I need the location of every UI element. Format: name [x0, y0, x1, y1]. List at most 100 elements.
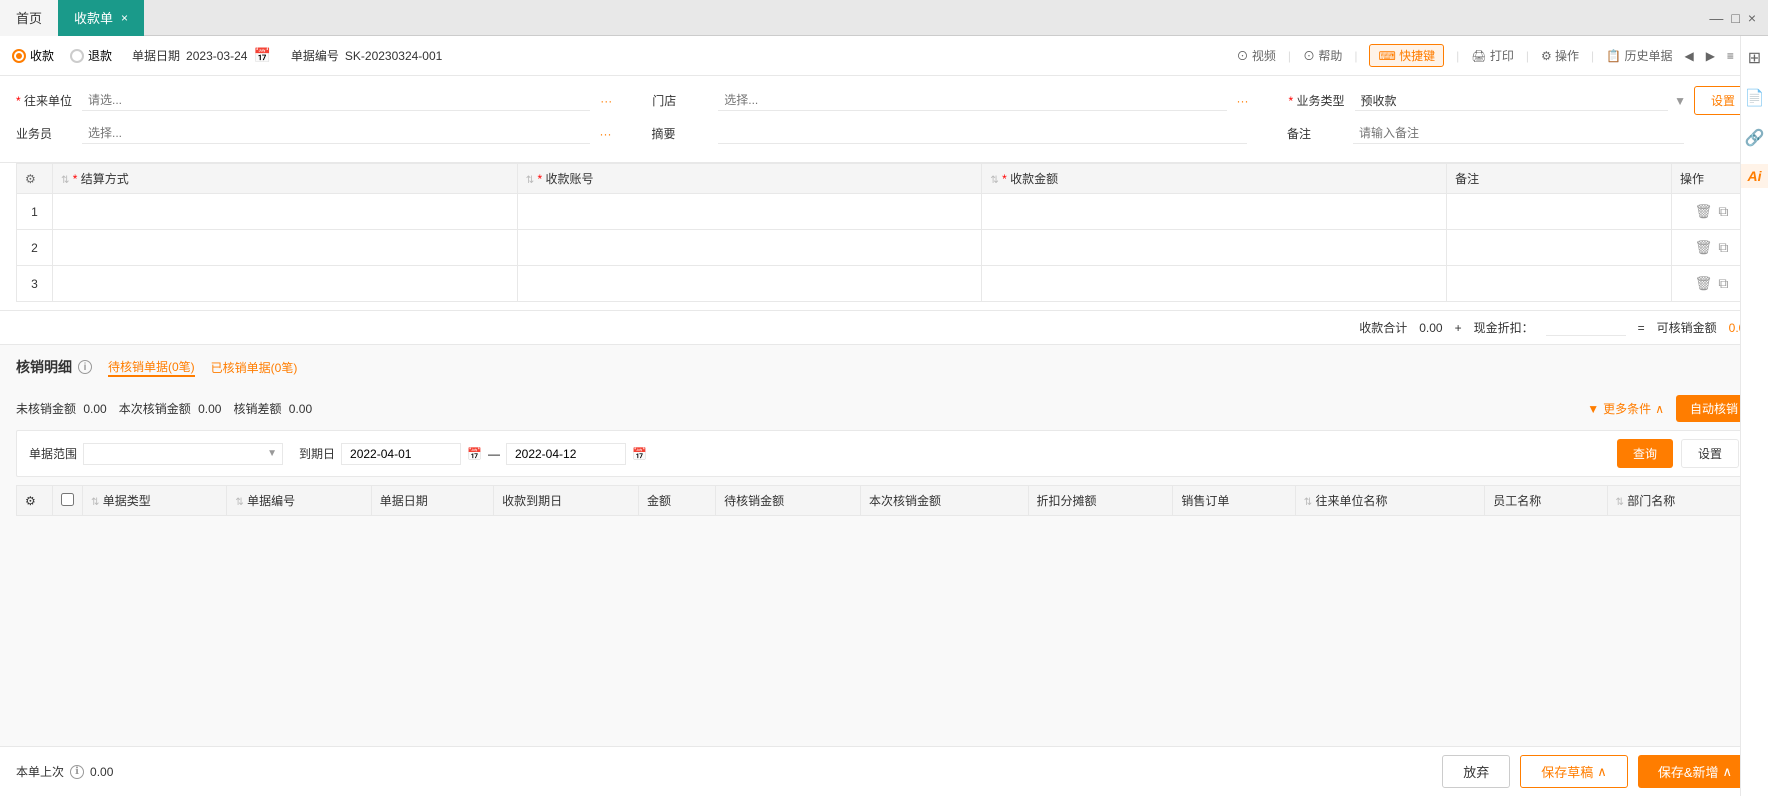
- done-tab[interactable]: 已核销单据(0笔): [211, 359, 298, 376]
- unchecked-stat: 未核销金额 0.00: [16, 400, 107, 417]
- diff-stat: 核销差额 0.00: [233, 400, 312, 417]
- query-button[interactable]: 查询: [1617, 439, 1673, 468]
- copy-row-2-icon[interactable]: ⧉: [1718, 239, 1728, 256]
- shortcut-action[interactable]: ⌨ 快捷键: [1369, 44, 1444, 67]
- help-action[interactable]: ⊙ 帮助: [1303, 47, 1342, 64]
- calendar-from-icon[interactable]: 📅: [467, 447, 482, 461]
- radio-refund[interactable]: 退款: [70, 47, 112, 64]
- cell-account-3[interactable]: [517, 266, 982, 302]
- radio-collection[interactable]: 收款: [12, 47, 54, 64]
- tab-collection[interactable]: 收款单 ×: [58, 0, 144, 36]
- col-counterpart-name: ⇅ 往来单位名称: [1295, 486, 1485, 516]
- nav-prev[interactable]: ◀: [1684, 49, 1693, 63]
- col-staff-name: 员工名称: [1485, 486, 1607, 516]
- pending-tab[interactable]: 待核销单据(0笔): [108, 358, 195, 377]
- salesperson-field: 业务员 ···: [16, 123, 612, 144]
- tab-close-icon[interactable]: ×: [121, 11, 128, 25]
- date-label: 到期日: [299, 445, 335, 462]
- business-type-input[interactable]: [1355, 90, 1669, 111]
- minimize-icon[interactable]: —: [1709, 10, 1723, 26]
- total-label: 收款合计: [1359, 319, 1407, 336]
- cell-account-2[interactable]: [517, 230, 982, 266]
- data-table: ⚙ ⇅ * 结算方式 ⇅ * 收款账号 ⇅: [16, 163, 1752, 302]
- cell-settlement-3[interactable]: [53, 266, 518, 302]
- abandon-button[interactable]: 放弃: [1442, 755, 1510, 788]
- range-select[interactable]: [83, 443, 283, 465]
- save-new-button[interactable]: 保存&新增 ∧: [1638, 755, 1752, 788]
- cell-amount-1[interactable]: [982, 194, 1447, 230]
- cell-settlement-1[interactable]: [53, 194, 518, 230]
- date-range-field: 到期日 📅 — 📅: [299, 443, 647, 465]
- number-label: 单据编号: [291, 47, 339, 64]
- tab-home[interactable]: 首页: [0, 0, 58, 36]
- remarks-input[interactable]: [1353, 123, 1684, 144]
- cell-amount-2[interactable]: [982, 230, 1447, 266]
- video-action[interactable]: ⊙ 视频: [1237, 47, 1276, 64]
- delete-row-1-icon[interactable]: 🗑: [1695, 203, 1713, 220]
- total-value: 0.00: [1419, 321, 1442, 335]
- salesperson-label: 业务员: [16, 125, 76, 142]
- delete-row-2-icon[interactable]: 🗑: [1695, 239, 1713, 256]
- store-more-icon[interactable]: ···: [1237, 94, 1249, 108]
- salesperson-input[interactable]: [82, 123, 590, 144]
- discount-input[interactable]: [1546, 320, 1626, 336]
- cell-remark-1[interactable]: [1447, 194, 1672, 230]
- date-field: 单据日期 2023-03-24 📅: [132, 47, 271, 64]
- sep1: |: [1288, 49, 1291, 63]
- copy-row-3-icon[interactable]: ⧉: [1718, 275, 1728, 292]
- more-conditions-btn[interactable]: ▼ 更多条件 ∧: [1587, 400, 1664, 417]
- sidebar-doc-icon[interactable]: 📄: [1741, 84, 1768, 112]
- cell-remark-3[interactable]: [1447, 266, 1672, 302]
- col-dept-name: ⇅ 部门名称: [1607, 486, 1751, 516]
- select-all-checkbox[interactable]: [61, 493, 74, 506]
- toolbar: 收款 退款 单据日期 2023-03-24 📅 单据编号 SK-20230324…: [0, 36, 1768, 76]
- print-action[interactable]: 🖨 打印: [1471, 47, 1514, 64]
- sidebar-ai-icon[interactable]: Ai: [1741, 164, 1768, 188]
- radio-refund-label: 退款: [88, 47, 112, 64]
- history-action[interactable]: 📋 历史单据: [1606, 47, 1672, 64]
- calendar-icon[interactable]: 📅: [253, 47, 270, 64]
- plus-label: +: [1455, 321, 1462, 335]
- footer-current-value: 0.00: [90, 765, 113, 779]
- sep4: |: [1526, 49, 1529, 63]
- counterpart-more-icon[interactable]: ···: [600, 94, 612, 108]
- cell-settlement-2[interactable]: [53, 230, 518, 266]
- salesperson-more-icon[interactable]: ···: [600, 127, 612, 141]
- window-controls: — □ ×: [1709, 10, 1768, 26]
- calendar-to-icon[interactable]: 📅: [632, 447, 647, 461]
- maximize-icon[interactable]: □: [1731, 10, 1739, 26]
- sidebar-table-icon[interactable]: ⊞: [1741, 44, 1768, 72]
- date-from-input[interactable]: [341, 443, 461, 465]
- sidebar-link-icon[interactable]: 🔗: [1741, 124, 1768, 152]
- reconcile-info-icon[interactable]: i: [78, 360, 92, 374]
- counterpart-label: * 往来单位: [16, 92, 76, 109]
- bottom-gear-icon[interactable]: ⚙: [25, 494, 36, 508]
- cell-remark-2[interactable]: [1447, 230, 1672, 266]
- delete-row-3-icon[interactable]: 🗑: [1695, 275, 1713, 292]
- cell-amount-3[interactable]: [982, 266, 1447, 302]
- filter-setting-button[interactable]: 设置: [1681, 439, 1739, 468]
- store-input[interactable]: [718, 90, 1226, 111]
- save-draft-button[interactable]: 保存草稿 ∧: [1520, 755, 1628, 788]
- business-type-dropdown[interactable]: ▼: [1674, 94, 1686, 108]
- filter-icon: ▼: [1587, 402, 1599, 416]
- date-to-input[interactable]: [506, 443, 626, 465]
- tab-bar: 首页 收款单 × — □ ×: [0, 0, 1768, 36]
- equals-label: =: [1638, 321, 1645, 335]
- filter-row: 单据范围 ▼ 到期日 📅 — 📅: [16, 430, 1752, 477]
- bottom-gear-header: ⚙: [17, 486, 53, 516]
- nav-next[interactable]: ▶: [1706, 49, 1715, 63]
- window-close-icon[interactable]: ×: [1748, 10, 1756, 26]
- footer-info-icon[interactable]: ℹ: [70, 765, 84, 779]
- cell-account-1[interactable]: [517, 194, 982, 230]
- summary-row: 收款合计 0.00 + 现金折扣： = 可核销金额 0.00: [0, 310, 1768, 344]
- ops-action[interactable]: ⚙ 操作: [1541, 47, 1579, 64]
- date-label: 单据日期: [132, 47, 180, 64]
- copy-row-1-icon[interactable]: ⧉: [1718, 203, 1728, 220]
- table-gear-icon[interactable]: ⚙: [25, 172, 36, 186]
- sep2: |: [1354, 49, 1357, 63]
- summary-input[interactable]: [718, 123, 1248, 144]
- counterpart-input[interactable]: [82, 90, 590, 111]
- list-view[interactable]: ≡: [1727, 49, 1734, 63]
- col-sales-order: 销售订单: [1173, 486, 1295, 516]
